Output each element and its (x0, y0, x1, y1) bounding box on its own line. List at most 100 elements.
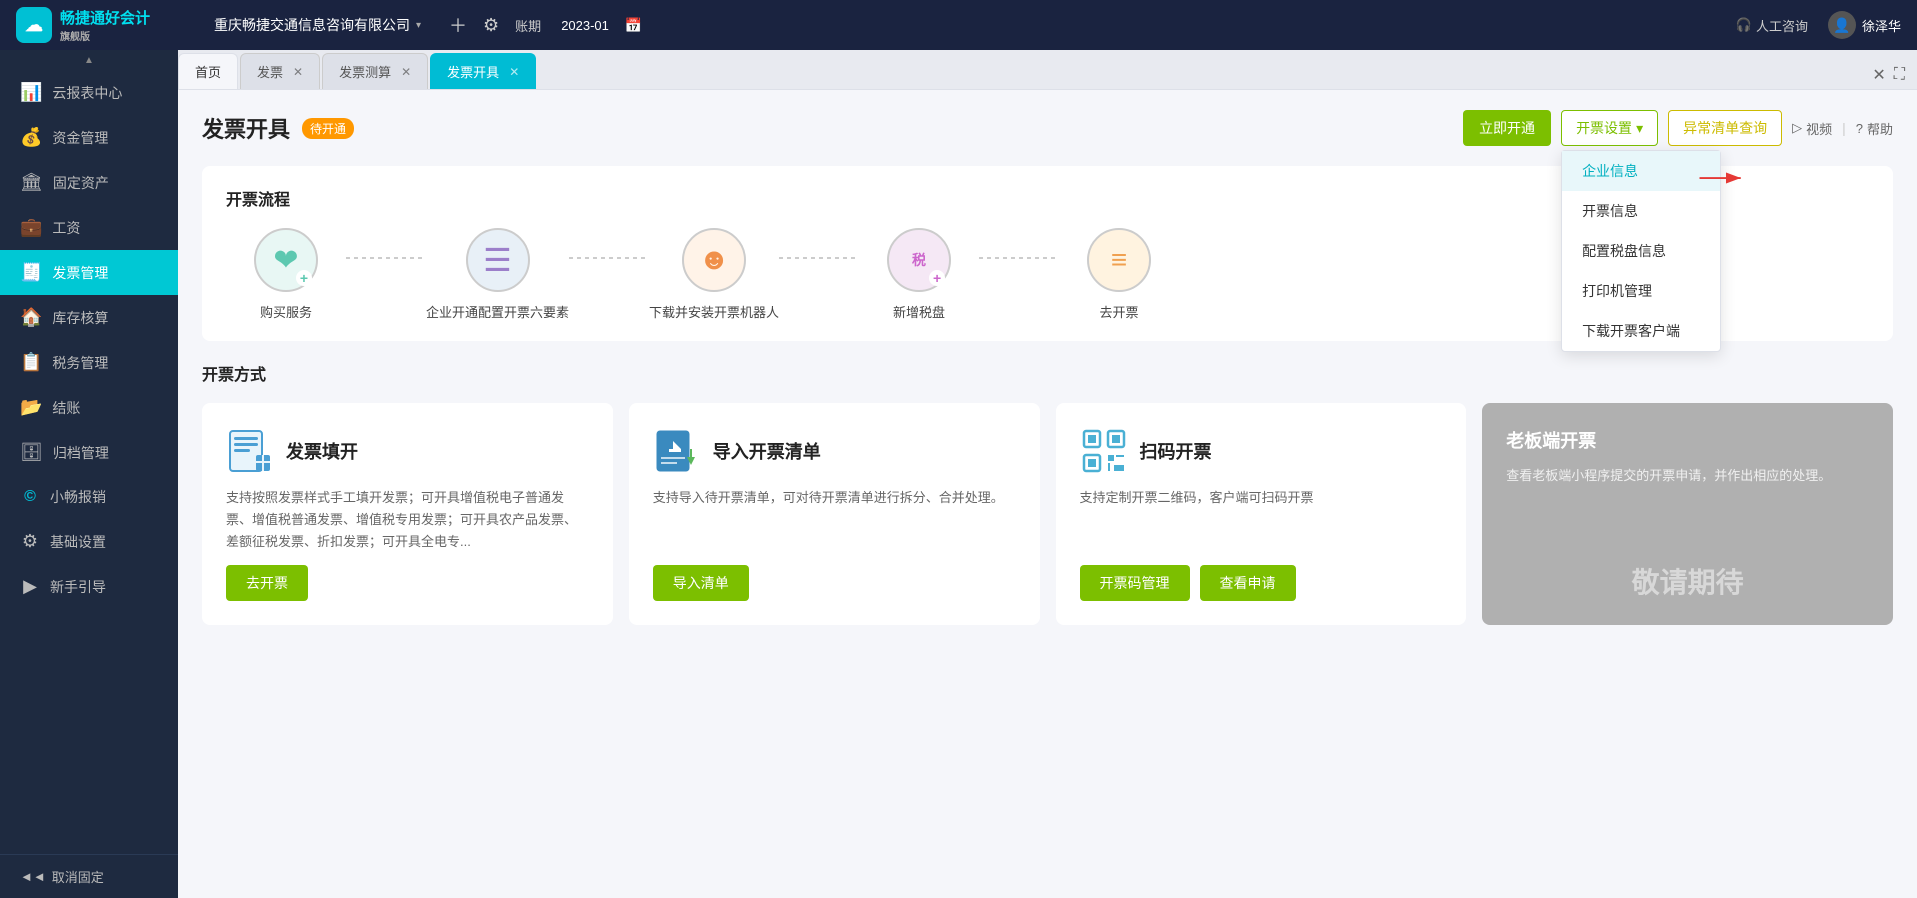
tab-invoice-close[interactable]: ✕ (293, 65, 303, 79)
tab-invoice[interactable]: 发票 ✕ (240, 53, 320, 89)
sidebar-item-xiaochang[interactable]: © 小畅报销 (0, 475, 178, 519)
import-list-icon (653, 427, 701, 475)
calendar-icon[interactable]: 📅 (625, 17, 642, 34)
tax-icon: 📋 (20, 352, 42, 373)
dropdown-item-invoice-info[interactable]: 开票信息 (1562, 191, 1720, 231)
header-actions: 立即开通 开票设置 ▾ (1463, 110, 1893, 146)
go-invoice-icon: ≡ (1111, 244, 1127, 276)
sidebar-item-invoice-mgmt[interactable]: 🧾 发票管理 (0, 250, 178, 295)
payroll-icon: 💼 (20, 217, 42, 238)
sidebar-item-label: 库存核算 (52, 308, 108, 328)
abnormal-list-button[interactable]: 异常清单查询 (1668, 110, 1782, 146)
sidebar-item-payroll[interactable]: 💼 工资 (0, 205, 178, 250)
settings-chevron-icon: ▾ (1636, 120, 1643, 137)
sidebar-item-fixed-assets[interactable]: 🏛 固定资产 (0, 160, 178, 205)
flow-step-enterprise-config-label: 企业开通配置开票六要素 (426, 302, 569, 321)
dropdown-item-download-client[interactable]: 下载开票客户端 (1562, 311, 1720, 351)
tab-invoice-test-close[interactable]: ✕ (401, 65, 411, 79)
top-right: 🎧 人工咨询 👤 徐泽华 (1736, 11, 1901, 39)
inventory-icon: 🏠 (20, 307, 42, 328)
fill-invoice-icon (226, 427, 274, 475)
sidebar-item-label: 基础设置 (50, 532, 106, 552)
help-icon: ? (1856, 121, 1863, 136)
support-button[interactable]: 🎧 人工咨询 (1736, 16, 1808, 35)
method-import-list-header: 导入开票清单 (653, 427, 1016, 475)
pin-icon: ◄◄ (20, 869, 46, 884)
settlement-icon: 📂 (20, 397, 42, 418)
fixed-assets-icon: 🏛 (20, 172, 43, 193)
flow-icon-buy-service: ❤ + (254, 228, 318, 292)
period-value: 2023-01 (561, 18, 609, 33)
help-button[interactable]: ? 帮助 (1856, 119, 1893, 138)
open-button[interactable]: 立即开通 (1463, 110, 1551, 146)
import-list-desc: 支持导入待开票清单，可对待开票清单进行拆分、合并处理。 (653, 487, 1016, 509)
fill-invoice-button[interactable]: 去开票 (226, 565, 308, 601)
view-application-button[interactable]: 查看申请 (1200, 565, 1296, 601)
sidebar-scroll-up[interactable]: ▲ (0, 50, 178, 70)
tab-invoice-issue-label: 发票开具 (447, 62, 499, 81)
company-selector[interactable]: 重庆畅捷交通信息咨询有限公司 ▾ (206, 11, 429, 39)
sidebar-item-label: 新手引导 (50, 577, 106, 597)
video-button[interactable]: ▷ 视频 (1792, 119, 1832, 138)
xiaochang-icon: © (20, 488, 40, 506)
settings-icon[interactable]: ⚙ (483, 15, 499, 36)
boss-invoice-desc: 查看老板端小程序提交的开票申请，并作出相应的处理。 (1506, 465, 1869, 487)
settings-icon: ⚙ (20, 531, 40, 552)
flow-icon-go-invoice: ≡ (1087, 228, 1151, 292)
flow-icon-add-tax: 税 + (887, 228, 951, 292)
tab-invoice-issue[interactable]: 发票开具 ✕ (430, 53, 536, 89)
sidebar-item-label: 税务管理 (52, 353, 108, 373)
tab-home-label: 首页 (195, 62, 221, 81)
sidebar-item-label: 归档管理 (53, 443, 109, 463)
scan-invoice-title: 扫码开票 (1140, 438, 1212, 464)
settings-button[interactable]: 开票设置 ▾ (1561, 110, 1658, 146)
tab-right-buttons: ✕ ⛶ (1872, 65, 1917, 89)
page-header: 发票开具 待开通 立即开通 开票设置 ▾ (202, 110, 1893, 146)
dropdown-item-tax-config[interactable]: 配置税盘信息 (1562, 231, 1720, 271)
sidebar-item-basic-settings[interactable]: ⚙ 基础设置 (0, 519, 178, 564)
logo-text-area: 畅捷通好会计 旗舰版 (60, 7, 150, 43)
tax-icon: 税 (912, 250, 926, 270)
scan-invoice-desc: 支持定制开票二维码，客户端可扫码开票 (1080, 487, 1443, 509)
boss-invoice-overlay: 敬请期待 (1632, 561, 1744, 601)
guide-icon: ▶ (20, 576, 40, 597)
flow-step-add-tax-label: 新增税盘 (893, 302, 945, 321)
main-layout: ▲ 📊 云报表中心 💰 资金管理 🏛 固定资产 💼 工资 🧾 发票管理 🏠 库存… (0, 50, 1917, 898)
method-card-scan-invoice: 扫码开票 支持定制开票二维码，客户端可扫码开票 开票码管理 查看申请 (1056, 403, 1467, 625)
add-button[interactable]: ＋ (449, 12, 467, 38)
flow-connector-1 (346, 257, 426, 259)
invoice-icon: 🧾 (20, 262, 42, 283)
qr-code-mgmt-button[interactable]: 开票码管理 (1080, 565, 1190, 601)
tab-invoice-issue-close[interactable]: ✕ (509, 65, 519, 79)
sidebar-item-archive[interactable]: 🗄 归档管理 (0, 430, 178, 475)
archive-icon: 🗄 (20, 442, 43, 463)
flow-step-buy-service: ❤ + 购买服务 (226, 228, 346, 321)
sidebar-item-settlement[interactable]: 📂 结账 (0, 385, 178, 430)
import-list-title: 导入开票清单 (713, 438, 821, 464)
sidebar-item-label: 工资 (52, 218, 80, 238)
import-list-button[interactable]: 导入清单 (653, 565, 749, 601)
sidebar-bottom-action[interactable]: ◄◄ 取消固定 (0, 854, 178, 898)
boss-invoice-title: 老板端开票 (1506, 427, 1596, 453)
settings-dropdown-menu: 企业信息 开票信息 配置税盘信息 打印机管理 (1561, 150, 1721, 352)
dropdown-item-printer-mgmt[interactable]: 打印机管理 (1562, 271, 1720, 311)
user-area[interactable]: 👤 徐泽华 (1828, 11, 1901, 39)
tab-bar: 首页 发票 ✕ 发票测算 ✕ 发票开具 ✕ ✕ ⛶ (178, 50, 1917, 90)
sidebar-item-guide[interactable]: ▶ 新手引导 (0, 564, 178, 609)
tab-invoice-test[interactable]: 发票测算 ✕ (322, 53, 428, 89)
tab-expand-button[interactable]: ⛶ (1894, 66, 1905, 84)
method-scan-invoice-header: 扫码开票 (1080, 427, 1443, 475)
tab-close-button[interactable]: ✕ (1872, 65, 1885, 85)
sidebar-item-fund-mgmt[interactable]: 💰 资金管理 (0, 115, 178, 160)
headset-icon: 🎧 (1736, 17, 1752, 33)
sidebar-item-inventory[interactable]: 🏠 库存核算 (0, 295, 178, 340)
method-cards: 发票填开 支持按照发票样式手工填开发票；可开具增值税电子普通发票、增值税普通发票… (202, 403, 1893, 625)
sidebar-item-cloud-report[interactable]: 📊 云报表中心 (0, 70, 178, 115)
avatar: 👤 (1828, 11, 1856, 39)
sidebar-item-tax-mgmt[interactable]: 📋 税务管理 (0, 340, 178, 385)
logo-main-text: 畅捷通好会计 (60, 7, 150, 28)
sidebar: ▲ 📊 云报表中心 💰 资金管理 🏛 固定资产 💼 工资 🧾 发票管理 🏠 库存… (0, 50, 178, 898)
tab-home[interactable]: 首页 (178, 53, 238, 89)
flow-icon-enterprise-config: ☰ (466, 228, 530, 292)
flow-step-add-tax: 税 + 新增税盘 (859, 228, 979, 321)
